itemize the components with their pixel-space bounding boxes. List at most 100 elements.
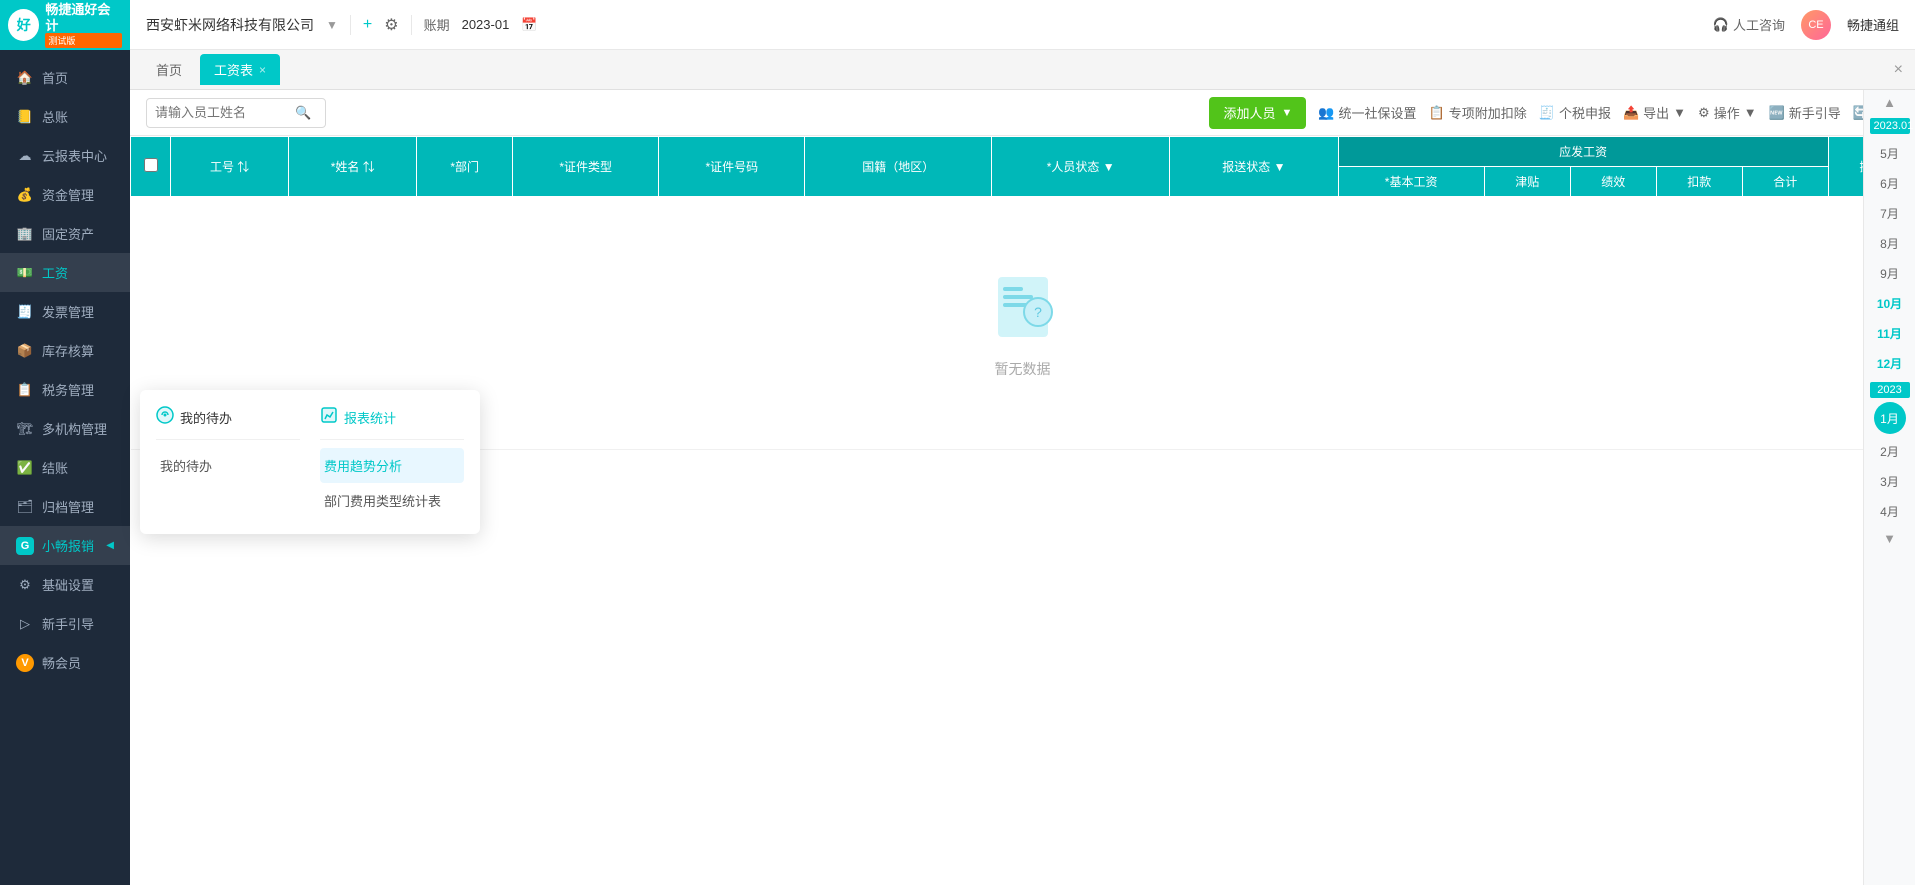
period-calendar-icon[interactable]: 📅 [521,17,537,33]
social-security-btn[interactable]: 👥 统一社保设置 [1318,103,1416,122]
salary-icon: 💵 [16,264,34,282]
guide-btn[interactable]: 🆕 新手引导 [1769,103,1841,122]
settle-icon: ✅ [16,459,34,477]
logo-icon: 好 [8,9,39,41]
export-arrow-icon: ▼ [1673,105,1686,120]
th-report-status[interactable]: 报送状态 ▼ [1170,137,1338,197]
toolbar: 🔍 添加人员 ▼ 👥 统一社保设置 📋 专项附加扣除 🧾 个税申报 📤 导出 ▼ [130,90,1915,136]
guide-btn-icon: 🆕 [1769,105,1785,121]
cal-month-1-active[interactable]: 1月 [1874,402,1906,434]
tab-panel-close-icon[interactable]: × [1894,61,1903,79]
user-name[interactable]: 畅捷通组 [1847,15,1899,34]
sidebar-item-multi-org[interactable]: 🏗 多机构管理 [0,409,130,448]
period-label: 账期 [424,15,450,34]
sidebar-item-guide[interactable]: ▷ 新手引导 [0,604,130,643]
sidebar-item-invoice[interactable]: 🧾 发票管理 [0,292,130,331]
topbar-settings-icon[interactable]: ⚙ [384,15,398,35]
search-icon[interactable]: 🔍 [295,105,311,121]
sidebar-item-xiaochang[interactable]: G 小畅报销 ◀ [0,526,130,565]
dropdown-item-dept-cost[interactable]: 部门费用类型统计表 [320,483,464,518]
sidebar-item-ledger[interactable]: 📒 总账 [0,97,130,136]
filter-report-status-icon: ▼ [1274,160,1286,174]
sort-name-icon: ⇅ [363,160,375,174]
company-name[interactable]: 西安虾米网络科技有限公司 [146,15,314,35]
tax-icon: 📋 [16,381,34,399]
cal-month-8[interactable]: 8月 [1870,229,1910,257]
empty-icon: ? [983,267,1063,347]
cal-month-4[interactable]: 4月 [1870,497,1910,525]
th-performance: 绩效 [1570,167,1656,197]
service-btn[interactable]: 🎧 人工咨询 [1713,15,1785,34]
cal-month-12[interactable]: 12月 [1870,349,1910,377]
th-cert-no: *证件号码 [659,137,805,197]
topbar-add-icon[interactable]: + [363,16,372,34]
cal-month-2[interactable]: 2月 [1870,437,1910,465]
th-name[interactable]: *姓名 ⇅ [289,137,417,197]
tab-home[interactable]: 首页 [142,54,196,85]
cal-year-2023-badge: 2023.01 [1870,118,1910,134]
svg-text:?: ? [1034,304,1042,320]
tab-salary[interactable]: 工资表 × [200,54,280,85]
logo-badge: 测试版 [45,33,122,48]
th-person-status[interactable]: *人员状态 ▼ [992,137,1170,197]
cal-month-5[interactable]: 5月 [1870,139,1910,167]
th-allowance: 津贴 [1484,167,1570,197]
th-nationality: 国籍（地区） [805,137,992,197]
cal-month-7[interactable]: 7月 [1870,199,1910,227]
op-arrow-icon: ▼ [1744,105,1757,120]
operation-btn[interactable]: ⚙ 操作 ▼ [1698,103,1757,122]
sidebar-item-cloud-report[interactable]: ☁ 云报表中心 [0,136,130,175]
home-icon: 🏠 [16,69,34,87]
cal-month-6[interactable]: 6月 [1870,169,1910,197]
th-checkbox [131,137,171,197]
topbar-divider-1 [350,15,351,35]
sidebar-item-fixed-assets[interactable]: 🏢 固定资产 [0,214,130,253]
inventory-icon: 📦 [16,342,34,360]
social-icon: 👥 [1318,105,1334,121]
th-job-no[interactable]: 工号 ⇅ [171,137,289,197]
cal-nav-up[interactable]: ▲ [1880,92,1900,112]
cal-month-3[interactable]: 3月 [1870,467,1910,495]
th-cert-type: *证件类型 [513,137,659,197]
cal-month-11[interactable]: 11月 [1870,319,1910,347]
topbar-divider-2 [411,15,412,35]
filter-person-status-icon: ▼ [1103,160,1115,174]
tab-salary-close-icon[interactable]: × [259,63,266,77]
sidebar-item-funds[interactable]: 💰 资金管理 [0,175,130,214]
headset-icon: 🎧 [1713,17,1729,33]
sidebar-item-home[interactable]: 🏠 首页 [0,58,130,97]
company-dropdown-icon[interactable]: ▼ [326,18,338,32]
cal-month-10[interactable]: 10月 [1870,289,1910,317]
th-total: 合计 [1742,167,1828,197]
add-btn-arrow-icon: ▼ [1281,107,1292,119]
sidebar-item-basic[interactable]: ⚙ 基础设置 [0,565,130,604]
report-col-icon [320,406,338,429]
cal-nav-down[interactable]: ▼ [1880,528,1900,548]
sort-job-no-icon: ⇅ [237,160,249,174]
th-dept: *部门 [417,137,513,197]
sidebar-item-settle[interactable]: ✅ 结账 [0,448,130,487]
archive-icon: 🗂 [16,498,34,516]
dropdown-col-report-title: 报表统计 [320,406,464,440]
assets-icon: 🏢 [16,225,34,243]
dropdown-col-pending: 我的待办 我的待办 [156,406,300,518]
tax-report-btn[interactable]: 🧾 个税申报 [1539,103,1611,122]
operation-icon: ⚙ [1698,105,1710,121]
search-input[interactable] [155,105,295,120]
dropdown-item-my-pending[interactable]: 我的待办 [156,448,300,483]
sidebar-item-archive[interactable]: 🗂 归档管理 [0,487,130,526]
sidebar-item-tax[interactable]: 📋 税务管理 [0,370,130,409]
cal-month-9[interactable]: 9月 [1870,259,1910,287]
sidebar-item-inventory[interactable]: 📦 库存核算 [0,331,130,370]
dropdown-popup: 我的待办 我的待办 报表统计 费用趋势分析 部门费用类型统计表 [140,390,480,534]
select-all-checkbox[interactable] [144,158,158,172]
topbar-right: 🎧 人工咨询 CE 畅捷通组 [1713,10,1899,40]
add-person-button[interactable]: 添加人员 ▼ [1209,97,1306,129]
period-value[interactable]: 2023-01 [462,17,510,32]
dropdown-item-cost-trend[interactable]: 费用趋势分析 [320,448,464,483]
sidebar-item-member[interactable]: V 畅会员 [0,643,130,682]
user-avatar: CE [1801,10,1831,40]
export-btn[interactable]: 📤 导出 ▼ [1623,103,1686,122]
special-deduct-btn[interactable]: 📋 专项附加扣除 [1429,103,1527,122]
sidebar-item-salary[interactable]: 💵 工资 [0,253,130,292]
